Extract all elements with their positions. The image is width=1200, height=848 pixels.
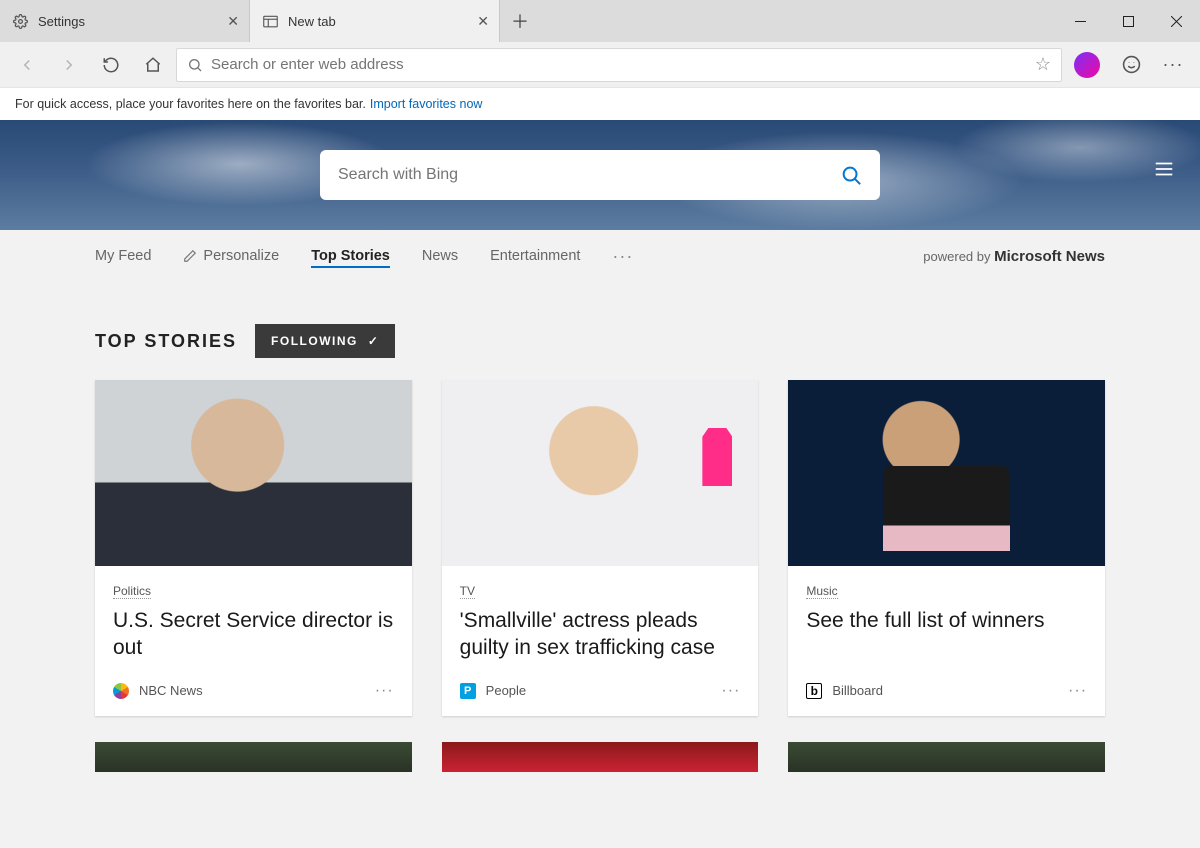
- feedback-smiley-icon[interactable]: [1112, 46, 1150, 84]
- import-favorites-link[interactable]: Import favorites now: [370, 97, 483, 111]
- address-bar[interactable]: ☆: [176, 48, 1062, 82]
- minimize-button[interactable]: [1056, 0, 1104, 42]
- home-button[interactable]: [134, 46, 172, 84]
- address-input[interactable]: [211, 56, 1027, 73]
- back-button[interactable]: [8, 46, 46, 84]
- story-card[interactable]: Music See the full list of winners Billb…: [788, 380, 1105, 716]
- window-controls: [1056, 0, 1200, 42]
- nav-my-feed[interactable]: My Feed: [95, 248, 151, 264]
- menu-button[interactable]: ···: [1154, 46, 1192, 84]
- story-card[interactable]: TV 'Smallville' actress pleads guilty in…: [442, 380, 759, 716]
- tab-settings[interactable]: Settings ✕: [0, 0, 250, 42]
- story-headline: 'Smallville' actress pleads guilty in se…: [460, 607, 741, 662]
- story-category[interactable]: TV: [460, 584, 475, 599]
- gear-icon: [12, 13, 28, 29]
- search-icon: [187, 57, 203, 73]
- story-card[interactable]: Politics U.S. Secret Service director is…: [95, 380, 412, 716]
- nav-more-button[interactable]: ···: [612, 246, 633, 267]
- story-card-peek[interactable]: [788, 742, 1105, 772]
- pencil-icon: [183, 249, 197, 263]
- follow-label: FOLLOWING: [271, 334, 358, 348]
- nav-top-stories[interactable]: Top Stories: [311, 248, 390, 268]
- story-source: NBC News: [139, 683, 203, 698]
- card-more-button[interactable]: ···: [375, 682, 394, 700]
- story-category[interactable]: Politics: [113, 584, 151, 599]
- story-headline: U.S. Secret Service director is out: [113, 607, 394, 662]
- search-icon[interactable]: [840, 164, 862, 186]
- close-icon[interactable]: ✕: [227, 13, 239, 30]
- card-more-button[interactable]: ···: [1068, 682, 1087, 700]
- close-icon[interactable]: ✕: [477, 13, 489, 30]
- story-thumbnail: [788, 380, 1105, 566]
- nav-personalize[interactable]: Personalize: [183, 248, 279, 264]
- refresh-button[interactable]: [92, 46, 130, 84]
- story-card-peek[interactable]: [95, 742, 412, 772]
- tab-label: New tab: [288, 14, 336, 29]
- page-icon: [262, 13, 278, 29]
- favorites-bar: For quick access, place your favorites h…: [0, 88, 1200, 120]
- close-window-button[interactable]: [1152, 0, 1200, 42]
- source-logo-icon: [806, 683, 822, 699]
- hero-menu-button[interactable]: [1153, 158, 1175, 180]
- card-more-button[interactable]: ···: [721, 682, 740, 700]
- powered-by: powered by Microsoft News: [923, 248, 1105, 265]
- toolbar: ☆ ···: [0, 42, 1200, 88]
- story-source: Billboard: [832, 683, 883, 698]
- powered-brand: Microsoft News: [994, 248, 1105, 265]
- story-cards-row-peek: [0, 742, 1200, 772]
- story-card-peek[interactable]: [442, 742, 759, 772]
- story-headline: See the full list of winners: [806, 607, 1087, 634]
- check-icon: ✓: [368, 334, 380, 348]
- source-logo-icon: [113, 683, 129, 699]
- hero-banner: [0, 120, 1200, 230]
- story-source: People: [486, 683, 526, 698]
- new-tab-button[interactable]: ＋: [500, 0, 540, 42]
- story-category[interactable]: Music: [806, 584, 837, 599]
- profile-avatar[interactable]: [1074, 52, 1100, 78]
- story-cards-row: Politics U.S. Secret Service director is…: [0, 380, 1200, 716]
- bing-search-box[interactable]: [320, 150, 880, 200]
- section-header: TOP STORIES FOLLOWING ✓: [0, 282, 1200, 380]
- favorite-star-icon[interactable]: ☆: [1035, 54, 1051, 75]
- titlebar: Settings ✕ New tab ✕ ＋: [0, 0, 1200, 42]
- section-title: TOP STORIES: [95, 331, 237, 352]
- nav-news[interactable]: News: [422, 248, 458, 264]
- tab-label: Settings: [38, 14, 85, 29]
- nav-label: Personalize: [203, 248, 279, 264]
- tab-newtab[interactable]: New tab ✕: [250, 0, 500, 42]
- favorites-hint: For quick access, place your favorites h…: [15, 97, 366, 111]
- bing-search-input[interactable]: [338, 166, 840, 184]
- feed-nav: My Feed Personalize Top Stories News Ent…: [0, 230, 1200, 282]
- powered-prefix: powered by: [923, 249, 990, 264]
- nav-entertainment[interactable]: Entertainment: [490, 248, 580, 264]
- content-area: My Feed Personalize Top Stories News Ent…: [0, 230, 1200, 772]
- source-logo-icon: P: [460, 683, 476, 699]
- story-thumbnail: [95, 380, 412, 566]
- following-button[interactable]: FOLLOWING ✓: [255, 324, 395, 358]
- forward-button[interactable]: [50, 46, 88, 84]
- maximize-button[interactable]: [1104, 0, 1152, 42]
- story-thumbnail: [442, 380, 759, 566]
